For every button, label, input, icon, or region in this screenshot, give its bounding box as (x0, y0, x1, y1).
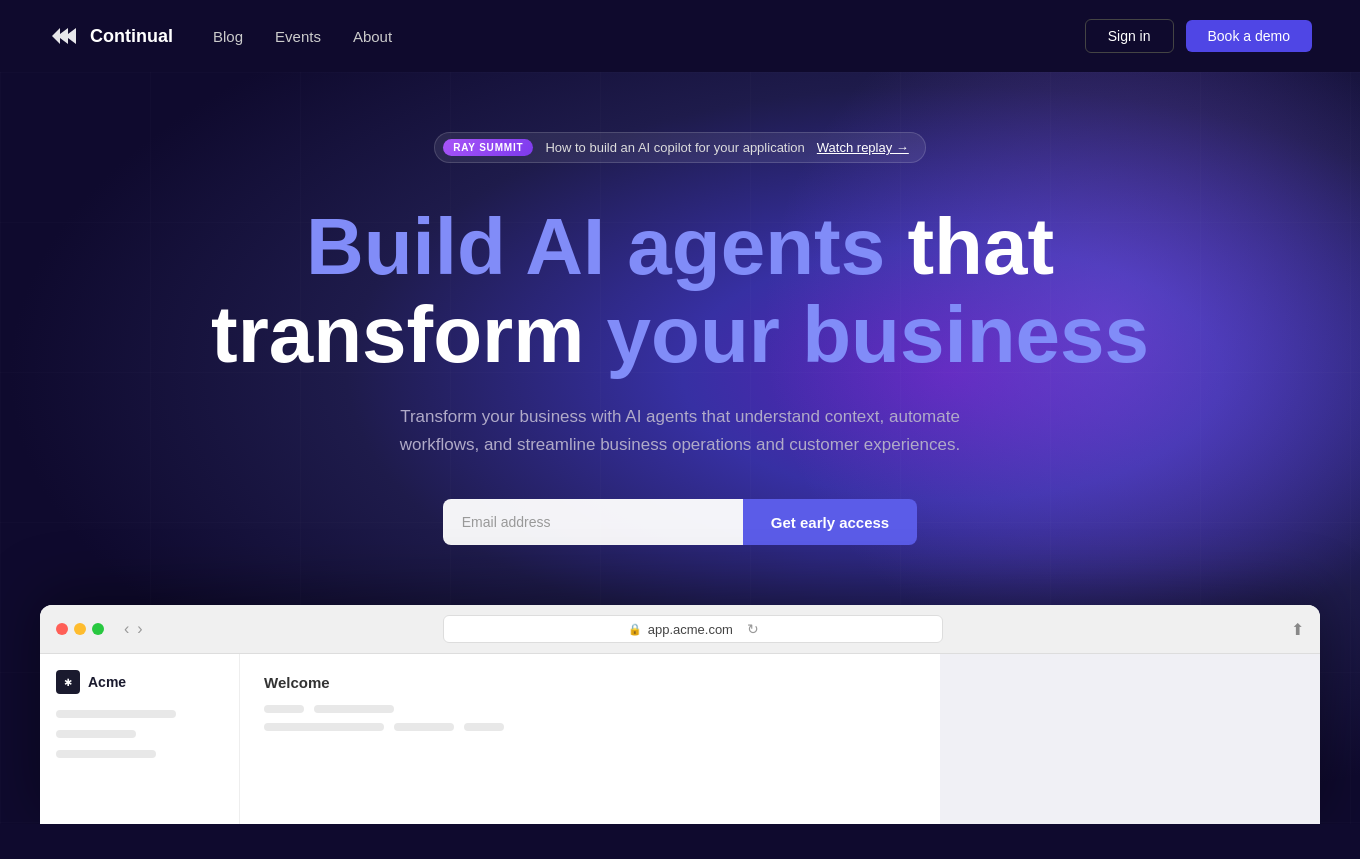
headline-purple-2: your business (607, 290, 1149, 379)
ray-summit-tag: RAY SUMMIT (443, 139, 533, 156)
sidebar-skeleton-3 (56, 750, 156, 758)
signin-button[interactable]: Sign in (1085, 19, 1174, 53)
browser-titlebar: ‹ › 🔒 app.acme.com ↻ ⬆ (40, 605, 1320, 654)
logo-text: Continual (90, 26, 173, 47)
hero-subtext: Transform your business with AI agents t… (370, 403, 990, 459)
app-right-panel (940, 654, 1320, 824)
hero-section: RAY SUMMIT How to build an AI copilot fo… (0, 72, 1360, 824)
sk-1 (264, 705, 304, 713)
traffic-lights (56, 623, 104, 635)
browser-actions: ⬆ (1244, 620, 1304, 639)
app-name-label: Acme (88, 674, 126, 690)
nav-left: Continual Blog Events About (48, 20, 392, 52)
app-sidebar: ✱ Acme (40, 654, 240, 824)
lock-icon: 🔒 (628, 623, 642, 636)
share-icon[interactable]: ⬆ (1291, 620, 1304, 639)
app-main: Welcome (240, 654, 940, 824)
headline-white-2: transform (211, 290, 607, 379)
refresh-icon[interactable]: ↻ (747, 621, 759, 637)
traffic-light-yellow (74, 623, 86, 635)
app-logo-row: ✱ Acme (56, 670, 223, 694)
sk-4 (394, 723, 454, 731)
sidebar-skeleton-1 (56, 710, 176, 718)
book-demo-button[interactable]: Book a demo (1186, 20, 1313, 52)
sk-5 (464, 723, 504, 731)
sk-3 (264, 723, 384, 731)
nav-link-events[interactable]: Events (275, 28, 321, 45)
browser-mockup: ‹ › 🔒 app.acme.com ↻ ⬆ ✱ Acme (40, 605, 1320, 824)
email-input[interactable] (443, 499, 743, 545)
sidebar-skeleton-2 (56, 730, 136, 738)
announcement-text: How to build an AI copilot for your appl… (545, 140, 804, 155)
address-bar[interactable]: 🔒 app.acme.com ↻ (443, 615, 943, 643)
traffic-light-red (56, 623, 68, 635)
back-icon[interactable]: ‹ (124, 620, 129, 638)
skeleton-row-1 (264, 705, 916, 713)
logo-icon (48, 20, 80, 52)
logo[interactable]: Continual (48, 20, 173, 52)
nav-link-blog[interactable]: Blog (213, 28, 243, 45)
nav-link-about[interactable]: About (353, 28, 392, 45)
app-main-title: Welcome (264, 674, 916, 691)
forward-icon[interactable]: › (137, 620, 142, 638)
headline-purple-1: Build AI agents (306, 202, 885, 291)
skeleton-row-2 (264, 723, 916, 731)
watch-replay-link[interactable]: Watch replay → (817, 140, 909, 155)
hero-headline: Build AI agents that transform your busi… (211, 203, 1149, 379)
announcement-banner[interactable]: RAY SUMMIT How to build an AI copilot fo… (434, 132, 926, 163)
browser-nav-buttons: ‹ › (124, 620, 143, 638)
navbar: Continual Blog Events About Sign in Book… (0, 0, 1360, 72)
headline-white-1: that (885, 202, 1054, 291)
url-text: app.acme.com (648, 622, 733, 637)
get-early-access-button[interactable]: Get early access (743, 499, 917, 545)
nav-links: Blog Events About (213, 28, 392, 45)
nav-right: Sign in Book a demo (1085, 19, 1312, 53)
sk-2 (314, 705, 394, 713)
traffic-light-green (92, 623, 104, 635)
app-logo-icon: ✱ (56, 670, 80, 694)
cta-row: Get early access (443, 499, 917, 545)
browser-content: ✱ Acme Welcome (40, 654, 1320, 824)
